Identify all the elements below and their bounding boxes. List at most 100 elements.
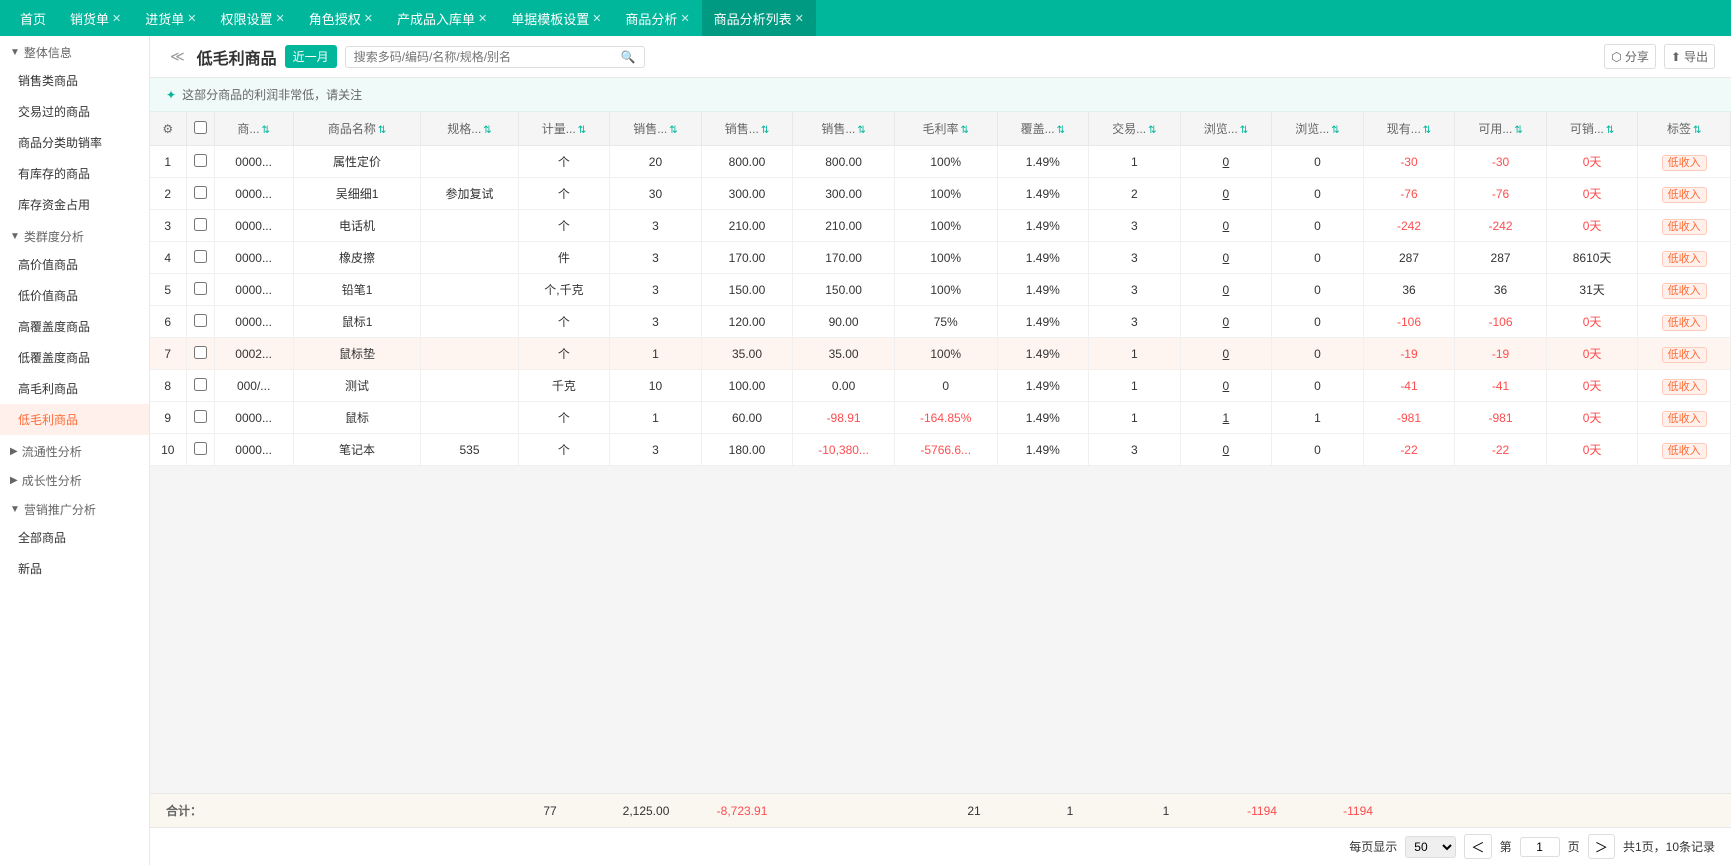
nav-purchase[interactable]: 进货单 ✕ (133, 0, 208, 36)
cell-checkbox[interactable] (186, 306, 214, 338)
search-icon[interactable]: 🔍 (621, 50, 636, 64)
page-size-select[interactable]: 50 100 200 (1405, 836, 1456, 858)
col-available[interactable]: 可用...⇅ (1455, 112, 1547, 146)
col-spec[interactable]: 规格...⇅ (421, 112, 518, 146)
col-sale-profit[interactable]: 销售...⇅ (793, 112, 895, 146)
nav-close-permissions[interactable]: ✕ (276, 12, 285, 25)
view1-link[interactable]: 0 (1223, 379, 1230, 393)
col-code[interactable]: 商...⇅ (214, 112, 293, 146)
cell-checkbox[interactable] (186, 338, 214, 370)
nav-roles[interactable]: 角色授权 ✕ (297, 0, 385, 36)
col-saleable[interactable]: 可销...⇅ (1546, 112, 1638, 146)
prev-page-btn[interactable]: ＜ (1464, 834, 1491, 859)
cell-view1[interactable]: 0 (1180, 338, 1272, 370)
nav-product-analysis[interactable]: 商品分析 ✕ (613, 0, 701, 36)
select-all-checkbox[interactable] (194, 121, 207, 134)
cell-view1[interactable]: 0 (1180, 370, 1272, 402)
col-unit[interactable]: 计量...⇅ (518, 112, 610, 146)
sidebar-item-new-goods[interactable]: 新品 (0, 553, 149, 584)
export-button[interactable]: ⬆ 导出 (1664, 44, 1715, 69)
row-checkbox[interactable] (194, 186, 207, 199)
view1-link[interactable]: 0 (1223, 315, 1230, 329)
cell-view1[interactable]: 0 (1180, 274, 1272, 306)
nav-close-sales[interactable]: ✕ (112, 12, 121, 25)
nav-permissions[interactable]: 权限设置 ✕ (208, 0, 296, 36)
col-current[interactable]: 现有...⇅ (1363, 112, 1455, 146)
view1-link[interactable]: 1 (1223, 411, 1230, 425)
cell-view1[interactable]: 0 (1180, 242, 1272, 274)
sidebar-item-low-value[interactable]: 低价值商品 (0, 280, 149, 311)
row-checkbox[interactable] (194, 218, 207, 231)
cell-checkbox[interactable] (186, 434, 214, 466)
current-page-input[interactable] (1520, 837, 1560, 857)
row-checkbox[interactable] (194, 410, 207, 423)
cell-view1[interactable]: 1 (1180, 402, 1272, 434)
sidebar-item-traded-goods[interactable]: 交易过的商品 (0, 96, 149, 127)
col-trade[interactable]: 交易...⇅ (1089, 112, 1181, 146)
sidebar-collapse-btn[interactable]: ≪ (166, 44, 189, 69)
nav-close-roles[interactable]: ✕ (364, 12, 373, 25)
view1-link[interactable]: 0 (1223, 347, 1230, 361)
next-page-btn[interactable]: ＞ (1588, 834, 1615, 859)
col-tag[interactable]: 标签⇅ (1638, 112, 1731, 146)
cell-checkbox[interactable] (186, 146, 214, 178)
view1-link[interactable]: 0 (1223, 187, 1230, 201)
nav-close-template[interactable]: ✕ (592, 12, 601, 25)
nav-template[interactable]: 单据模板设置 ✕ (499, 0, 613, 36)
view1-link[interactable]: 0 (1223, 251, 1230, 265)
col-coverage[interactable]: 覆盖...⇅ (997, 112, 1089, 146)
row-checkbox[interactable] (194, 314, 207, 327)
cell-checkbox[interactable] (186, 274, 214, 306)
sidebar-group-growth[interactable]: ▶ 成长性分析 (0, 464, 149, 493)
col-name[interactable]: 商品名称⇅ (293, 112, 421, 146)
cell-checkbox[interactable] (186, 178, 214, 210)
row-checkbox[interactable] (194, 442, 207, 455)
col-sale-qty[interactable]: 销售...⇅ (610, 112, 702, 146)
row-checkbox[interactable] (194, 154, 207, 167)
sidebar-item-all-goods[interactable]: 全部商品 (0, 522, 149, 553)
cell-checkbox[interactable] (186, 402, 214, 434)
sidebar-item-in-stock[interactable]: 有库存的商品 (0, 158, 149, 189)
nav-product-entry[interactable]: 产成品入库单 ✕ (385, 0, 499, 36)
cell-view1[interactable]: 0 (1180, 210, 1272, 242)
period-button[interactable]: 近一月 (285, 45, 337, 68)
view1-link[interactable]: 0 (1223, 219, 1230, 233)
cell-view1[interactable]: 0 (1180, 146, 1272, 178)
cell-checkbox[interactable] (186, 242, 214, 274)
cell-checkbox[interactable] (186, 370, 214, 402)
nav-home[interactable]: 首页 (8, 0, 58, 36)
sidebar-group-cluster[interactable]: ▼ 类群度分析 (0, 220, 149, 249)
cell-view1[interactable]: 0 (1180, 178, 1272, 210)
col-settings[interactable]: ⚙ (150, 112, 186, 146)
nav-close-analysis-list[interactable]: ✕ (795, 12, 804, 25)
sidebar-group-marketing[interactable]: ▼ 营销推广分析 (0, 493, 149, 522)
sidebar-group-flow[interactable]: ▶ 流通性分析 (0, 435, 149, 464)
row-checkbox[interactable] (194, 250, 207, 263)
col-sale-price[interactable]: 销售...⇅ (701, 112, 793, 146)
nav-close-product-entry[interactable]: ✕ (478, 12, 487, 25)
nav-analysis-list[interactable]: 商品分析列表 ✕ (702, 0, 816, 36)
nav-close-analysis[interactable]: ✕ (680, 12, 689, 25)
sidebar-group-overall[interactable]: ▼ 整体信息 (0, 36, 149, 65)
cell-checkbox[interactable] (186, 210, 214, 242)
col-checkbox[interactable] (186, 112, 214, 146)
sidebar-item-high-coverage[interactable]: 高覆盖度商品 (0, 311, 149, 342)
sidebar-item-category-rate[interactable]: 商品分类助销率 (0, 127, 149, 158)
row-checkbox[interactable] (194, 346, 207, 359)
sidebar-item-low-margin[interactable]: 低毛利商品 (0, 404, 149, 435)
nav-close-purchase[interactable]: ✕ (187, 12, 196, 25)
cell-view1[interactable]: 0 (1180, 306, 1272, 338)
row-checkbox[interactable] (194, 378, 207, 391)
sidebar-item-inventory-funds[interactable]: 库存资金占用 (0, 189, 149, 220)
cell-view1[interactable]: 0 (1180, 434, 1272, 466)
nav-sales[interactable]: 销货单 ✕ (58, 0, 133, 36)
share-button[interactable]: ⬡ 分享 (1604, 44, 1656, 69)
col-gross-margin[interactable]: 毛利率⇅ (894, 112, 997, 146)
view1-link[interactable]: 0 (1223, 155, 1230, 169)
sidebar-item-sales-goods[interactable]: 销售类商品 (0, 65, 149, 96)
sidebar-item-high-margin[interactable]: 高毛利商品 (0, 373, 149, 404)
view1-link[interactable]: 0 (1223, 443, 1230, 457)
sidebar-item-high-value[interactable]: 高价值商品 (0, 249, 149, 280)
col-view2[interactable]: 浏览...⇅ (1272, 112, 1364, 146)
col-view1[interactable]: 浏览...⇅ (1180, 112, 1272, 146)
